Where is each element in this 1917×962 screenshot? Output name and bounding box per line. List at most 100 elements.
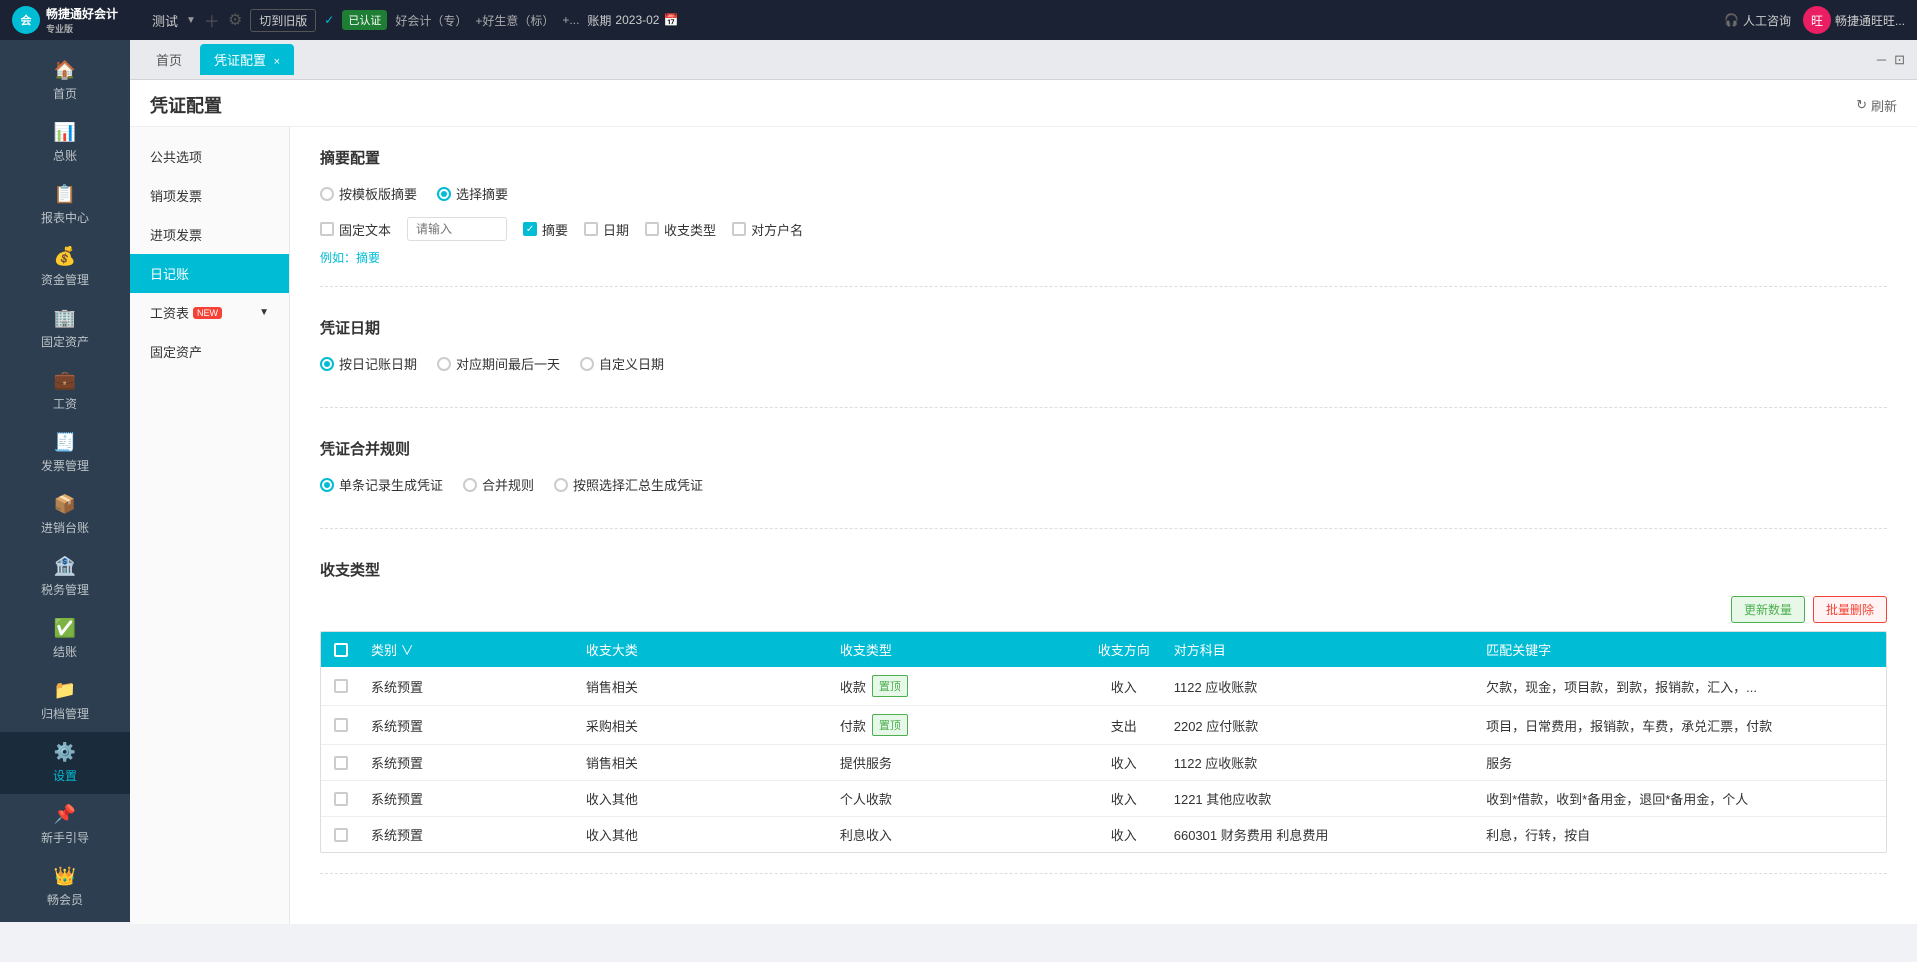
left-nav-fixed-assets[interactable]: 固定资产 — [130, 332, 289, 371]
tab-close-btn[interactable]: × — [274, 56, 280, 68]
header-check[interactable] — [321, 632, 361, 667]
sidebar-item-salary[interactable]: 💼 工资 — [0, 360, 130, 422]
left-nav-diary-label: 日记账 — [150, 264, 189, 283]
radio-merge-label: 合并规则 — [482, 475, 534, 494]
sidebar-label-guide: 新手引导 — [41, 829, 89, 846]
left-nav-public[interactable]: 公共选项 — [130, 137, 289, 176]
ledger-icon: 📊 — [54, 122, 76, 143]
radio-custom-date-circle — [580, 357, 594, 371]
radio-aggregate[interactable]: 按照选择汇总生成凭证 — [554, 475, 703, 494]
home-icon: 🏠 — [54, 60, 76, 81]
row1-checkbox[interactable] — [334, 679, 348, 693]
row1-top-tag: 置顶 — [872, 675, 908, 697]
checkbox-payment-type[interactable]: 收支类型 — [645, 220, 716, 239]
sidebar-item-member[interactable]: 👑 畅会员 — [0, 856, 130, 918]
fixed-text-input[interactable] — [407, 217, 507, 241]
refresh-btn[interactable]: ↻ 刷新 — [1856, 96, 1897, 115]
period: 账期 2023-02 📅 — [587, 12, 678, 29]
checkbox-date[interactable]: 日期 — [584, 220, 629, 239]
sidebar-label-invoice: 发票管理 — [41, 457, 89, 474]
delete-btn[interactable]: 批量删除 — [1813, 596, 1887, 623]
left-nav-purchase-invoice[interactable]: 进项发票 — [130, 215, 289, 254]
sidebar-item-ledger[interactable]: 📊 总账 — [0, 112, 130, 174]
radio-single[interactable]: 单条记录生成凭证 — [320, 475, 443, 494]
consult-btn[interactable]: 🎧 人工咨询 — [1724, 12, 1791, 29]
row5-check[interactable] — [321, 817, 361, 852]
funds-icon: 💰 — [54, 246, 76, 267]
example-prefix: 例如： — [320, 251, 356, 265]
row3-account: 1122 应收账款 — [1164, 745, 1476, 780]
left-nav-fixed-assets-label: 固定资产 — [150, 342, 202, 361]
left-nav-diary[interactable]: 日记账 — [130, 254, 289, 293]
maximize-btn[interactable]: ⊡ — [1894, 52, 1905, 68]
sidebar-item-home[interactable]: 🏠 首页 — [0, 50, 130, 112]
row1-category: 系统预置 — [361, 667, 576, 705]
tab-bar: 首页 凭证配置 × ─ ⊡ — [130, 40, 1917, 80]
sidebar-label-close: 结账 — [53, 643, 77, 660]
period-value[interactable]: 2023-02 — [615, 13, 659, 27]
radio-last-day[interactable]: 对应期间最后一天 — [437, 354, 560, 373]
row5-category: 系统预置 — [361, 817, 576, 852]
refresh-label: 刷新 — [1871, 96, 1897, 115]
counterpart-label: 对方户名 — [751, 220, 803, 239]
radio-last-day-circle — [437, 357, 451, 371]
table-row: 系统预置 收入其他 利息收入 收入 660301 财务费用 利息费用 利息，行转… — [321, 817, 1886, 852]
sidebar-label-tax: 税务管理 — [41, 581, 89, 598]
radio-merge[interactable]: 合并规则 — [463, 475, 534, 494]
radio-select[interactable]: 选择摘要 — [437, 184, 508, 203]
sidebar-item-inventory[interactable]: 📦 进销台账 — [0, 484, 130, 546]
user-area[interactable]: 旺 畅捷通旺旺... — [1803, 6, 1905, 34]
sidebar-label-assets: 固定资产 — [41, 333, 89, 350]
row2-checkbox[interactable] — [334, 718, 348, 732]
sidebar-item-close[interactable]: ✅ 结账 — [0, 608, 130, 670]
row3-check[interactable] — [321, 745, 361, 780]
sidebar-item-guide[interactable]: 📌 新手引导 — [0, 794, 130, 856]
header-account: 对方科目 — [1164, 632, 1476, 667]
radio-custom-date[interactable]: 自定义日期 — [580, 354, 664, 373]
switch-version-btn[interactable]: 切到旧版 — [250, 9, 316, 32]
reports-icon: 📋 — [54, 184, 76, 205]
salary-icon: 💼 — [54, 370, 76, 391]
sidebar-item-archive[interactable]: 📁 归档管理 — [0, 670, 130, 732]
tag3: +... — [562, 13, 579, 27]
nav-chevron[interactable]: ▼ — [186, 15, 196, 26]
sidebar-item-tax[interactable]: 🏦 税务管理 — [0, 546, 130, 608]
sidebar-label-inventory: 进销台账 — [41, 519, 89, 536]
left-nav-sales-invoice[interactable]: 销项发票 — [130, 176, 289, 215]
settings-btn[interactable]: ⚙ — [228, 10, 242, 30]
calendar-icon[interactable]: 📅 — [663, 13, 678, 27]
row1-check[interactable] — [321, 667, 361, 705]
radio-by-diary[interactable]: 按日记账日期 — [320, 354, 417, 373]
add-btn[interactable]: ＋ — [204, 8, 220, 32]
sidebar-item-assets[interactable]: 🏢 固定资产 — [0, 298, 130, 360]
checkbox-counterpart[interactable]: 对方户名 — [732, 220, 803, 239]
radio-by-diary-circle — [320, 357, 334, 371]
header-checkbox[interactable] — [334, 643, 348, 657]
left-nav-salary[interactable]: 工资表 NEW ▼ — [130, 293, 289, 332]
update-btn[interactable]: 更新数量 — [1731, 596, 1805, 623]
sidebar-item-invoice[interactable]: 🧾 发票管理 — [0, 422, 130, 484]
right-content: 摘要配置 按模板版摘要 选择摘要 — [290, 127, 1917, 924]
sidebar-item-funds[interactable]: 💰 资金管理 — [0, 236, 130, 298]
sidebar: 🏠 首页 📊 总账 📋 报表中心 💰 资金管理 🏢 固定资产 💼 工资 🧾 发票… — [0, 40, 130, 922]
sidebar-item-settings[interactable]: ⚙️ 设置 — [0, 732, 130, 794]
tab-voucher-config[interactable]: 凭证配置 × — [200, 44, 294, 75]
radio-aggregate-label: 按照选择汇总生成凭证 — [573, 475, 703, 494]
radio-template[interactable]: 按模板版摘要 — [320, 184, 417, 203]
tab-home[interactable]: 首页 — [142, 44, 196, 75]
sidebar-label-salary: 工资 — [53, 395, 77, 412]
checkbox-fixed-text[interactable]: 固定文本 — [320, 220, 391, 239]
checkbox-summary[interactable]: ✓ 摘要 — [523, 220, 568, 239]
radio-template-label: 按模板版摘要 — [339, 184, 417, 203]
row4-checkbox[interactable] — [334, 792, 348, 806]
radio-single-circle — [320, 478, 334, 492]
status-tag: 已认证 — [342, 10, 387, 30]
row5-checkbox[interactable] — [334, 828, 348, 842]
nav-item[interactable]: 测试 — [152, 11, 178, 30]
row4-check[interactable] — [321, 781, 361, 816]
sidebar-item-reports[interactable]: 📋 报表中心 — [0, 174, 130, 236]
row2-check[interactable] — [321, 706, 361, 744]
minimize-btn[interactable]: ─ — [1877, 52, 1886, 67]
row2-type: 付款 置顶 — [830, 706, 1084, 744]
row3-checkbox[interactable] — [334, 756, 348, 770]
